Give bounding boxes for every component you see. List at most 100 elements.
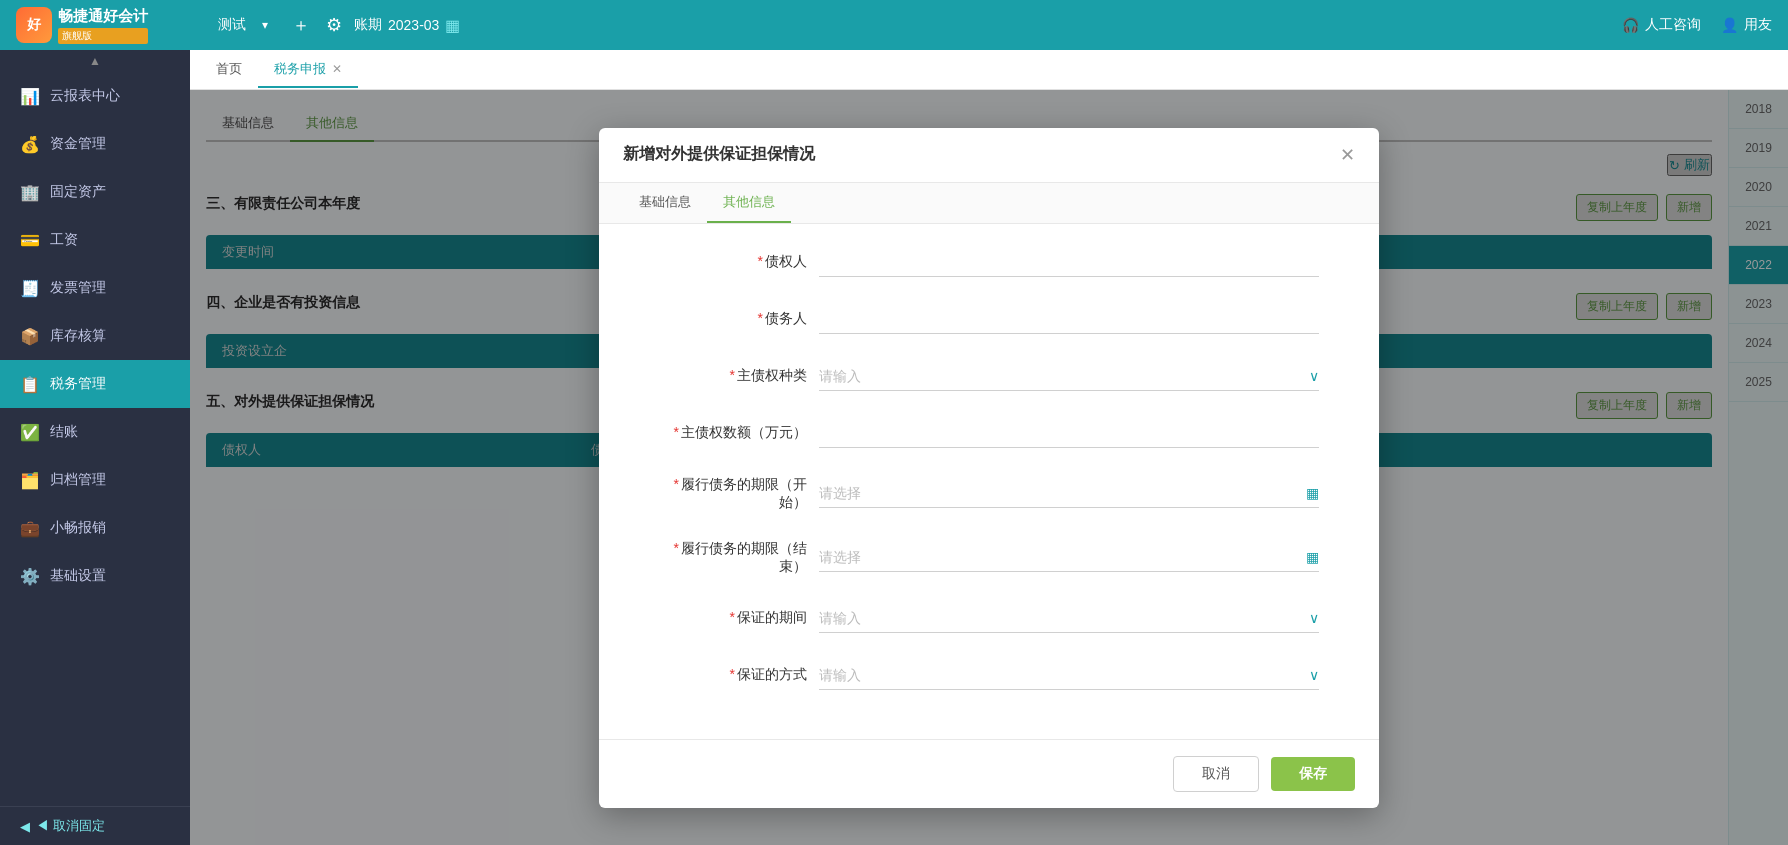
- guarantee-method-label: *保证的方式: [659, 666, 819, 684]
- header-company: 测试: [218, 16, 246, 34]
- modal-header: 新增对外提供保证担保情况 ✕: [599, 128, 1379, 183]
- cloud-reports-icon: 📊: [20, 86, 40, 106]
- inner-content: 基础信息 其他信息 ↻ 刷新 三、有限责任公司本年度: [190, 90, 1788, 845]
- tab-home-label: 首页: [216, 60, 242, 78]
- header-period: 账期 2023-03 ▦: [354, 16, 460, 35]
- sidebar-scroll-up[interactable]: ▲: [0, 50, 190, 72]
- sidebar-item-tax-mgmt[interactable]: 📋 税务管理: [0, 360, 190, 408]
- required-star: *: [730, 609, 735, 625]
- chevron-down-icon[interactable]: ∨: [1309, 667, 1319, 683]
- period-end-input[interactable]: [819, 543, 1306, 571]
- tab-bar: 首页 税务申报 ✕: [190, 50, 1788, 90]
- header-actions: ＋ ⚙: [292, 13, 342, 37]
- guarantee-method-select-wrap: ∨: [819, 661, 1319, 690]
- modal: 新增对外提供保证担保情况 ✕ 基础信息 其他信息: [599, 128, 1379, 808]
- sidebar-collapse-button[interactable]: ◀ ◀ 取消固定: [0, 806, 190, 845]
- sidebar-item-salary[interactable]: 💳 工资: [0, 216, 190, 264]
- tab-tax-report[interactable]: 税务申报 ✕: [258, 52, 358, 88]
- required-star: *: [758, 253, 763, 269]
- sidebar-item-settings[interactable]: ⚙️ 基础设置: [0, 552, 190, 600]
- sidebar-item-cloud-reports[interactable]: 📊 云报表中心: [0, 72, 190, 120]
- debt-type-input[interactable]: [819, 362, 1309, 390]
- calendar-start-icon[interactable]: ▦: [1306, 485, 1319, 501]
- user-icon: 👤: [1721, 17, 1738, 33]
- guarantee-period-label: *保证的期间: [659, 609, 819, 627]
- modal-subtabs: 基础信息 其他信息: [599, 183, 1379, 224]
- cancel-button[interactable]: 取消: [1173, 756, 1259, 792]
- sidebar-item-label: 工资: [50, 231, 78, 249]
- debt-type-label: *主债权种类: [659, 367, 819, 385]
- chevron-down-icon[interactable]: ▾: [262, 18, 268, 32]
- archive-icon: 🗂️: [20, 470, 40, 490]
- required-star: *: [674, 424, 679, 440]
- form-row-creditor: *债权人: [659, 248, 1319, 277]
- debtor-input[interactable]: [819, 305, 1319, 334]
- sidebar-item-archive[interactable]: 🗂️ 归档管理: [0, 456, 190, 504]
- modal-subtab-other[interactable]: 其他信息: [707, 183, 791, 223]
- required-star: *: [674, 540, 679, 556]
- fixed-assets-icon: 🏢: [20, 182, 40, 202]
- form-row-guarantee-method: *保证的方式 ∨: [659, 661, 1319, 690]
- sidebar-item-checkout[interactable]: ✅ 结账: [0, 408, 190, 456]
- tab-home[interactable]: 首页: [200, 52, 258, 88]
- guarantee-method-input[interactable]: [819, 661, 1309, 689]
- tab-close-icon[interactable]: ✕: [332, 62, 342, 76]
- modal-body: *债权人 *债务人: [599, 224, 1379, 739]
- required-star: *: [730, 666, 735, 682]
- sidebar-item-label: 基础设置: [50, 567, 106, 585]
- sidebar-item-fixed-assets[interactable]: 🏢 固定资产: [0, 168, 190, 216]
- support-label: 人工咨询: [1645, 16, 1701, 34]
- modal-scroll-content: *债权人 *债务人: [599, 224, 1379, 739]
- modal-overlay: 新增对外提供保证担保情况 ✕ 基础信息 其他信息: [190, 90, 1788, 845]
- fund-mgmt-icon: 💰: [20, 134, 40, 154]
- period-end-date-wrap: ▦: [819, 543, 1319, 572]
- main-layout: ▲ 📊 云报表中心 💰 资金管理 🏢 固定资产 💳 工资 🧾 发票管理: [0, 50, 1788, 845]
- chevron-down-icon[interactable]: ∨: [1309, 610, 1319, 626]
- header-right: 🎧 人工咨询 👤 用友: [1622, 16, 1772, 34]
- logo-icon: 好: [16, 7, 52, 43]
- save-button[interactable]: 保存: [1271, 757, 1355, 791]
- period-end-label: *履行债务的期限（结束）: [659, 540, 819, 576]
- sidebar-item-label: 归档管理: [50, 471, 106, 489]
- add-button[interactable]: ＋: [292, 13, 310, 37]
- sidebar-item-fund-mgmt[interactable]: 💰 资金管理: [0, 120, 190, 168]
- period-start-input[interactable]: [819, 479, 1306, 507]
- settings-button[interactable]: ⚙: [326, 14, 342, 36]
- calendar-icon[interactable]: ▦: [445, 16, 460, 35]
- debt-amount-label: *主债权数额（万元）: [659, 424, 819, 442]
- sidebar-item-label: 结账: [50, 423, 78, 441]
- period-start-date-wrap: ▦: [819, 479, 1319, 508]
- user-item[interactable]: 👤 用友: [1721, 16, 1772, 34]
- sidebar-item-expense[interactable]: 💼 小畅报销: [0, 504, 190, 552]
- sidebar-item-label: 固定资产: [50, 183, 106, 201]
- modal-close-button[interactable]: ✕: [1340, 144, 1355, 166]
- expense-icon: 💼: [20, 518, 40, 538]
- guarantee-period-input[interactable]: [819, 604, 1309, 632]
- inventory-icon: 📦: [20, 326, 40, 346]
- sidebar-item-label: 云报表中心: [50, 87, 120, 105]
- collapse-icon: ◀: [20, 819, 30, 834]
- sidebar-item-invoice-mgmt[interactable]: 🧾 发票管理: [0, 264, 190, 312]
- form-row-period-start: *履行债务的期限（开始） ▦: [659, 476, 1319, 512]
- support-icon: 🎧: [1622, 17, 1639, 33]
- logo-badge: 旗舰版: [58, 28, 148, 44]
- sidebar-item-inventory[interactable]: 📦 库存核算: [0, 312, 190, 360]
- period-value: 2023-03: [388, 17, 439, 33]
- debt-type-select-wrap: ∨: [819, 362, 1319, 391]
- chevron-down-icon[interactable]: ∨: [1309, 368, 1319, 384]
- support-item[interactable]: 🎧 人工咨询: [1622, 16, 1701, 34]
- modal-footer: 取消 保存: [599, 739, 1379, 808]
- creditor-input[interactable]: [819, 248, 1319, 277]
- sidebar-item-label: 发票管理: [50, 279, 106, 297]
- debt-amount-input[interactable]: [819, 419, 1319, 448]
- calendar-end-icon[interactable]: ▦: [1306, 549, 1319, 565]
- debtor-label: *债务人: [659, 310, 819, 328]
- sidebar-item-label: 资金管理: [50, 135, 106, 153]
- logo-area: 好 畅捷通好会计 旗舰版: [16, 7, 206, 44]
- form-row-guarantee-period: *保证的期间 ∨: [659, 604, 1319, 633]
- logo-text: 畅捷通好会计: [58, 7, 148, 26]
- content-area: 首页 税务申报 ✕ 基础信息 其他信息: [190, 50, 1788, 845]
- modal-subtab-basic[interactable]: 基础信息: [623, 183, 707, 223]
- collapse-label: ◀ 取消固定: [36, 817, 105, 835]
- settings-icon: ⚙️: [20, 566, 40, 586]
